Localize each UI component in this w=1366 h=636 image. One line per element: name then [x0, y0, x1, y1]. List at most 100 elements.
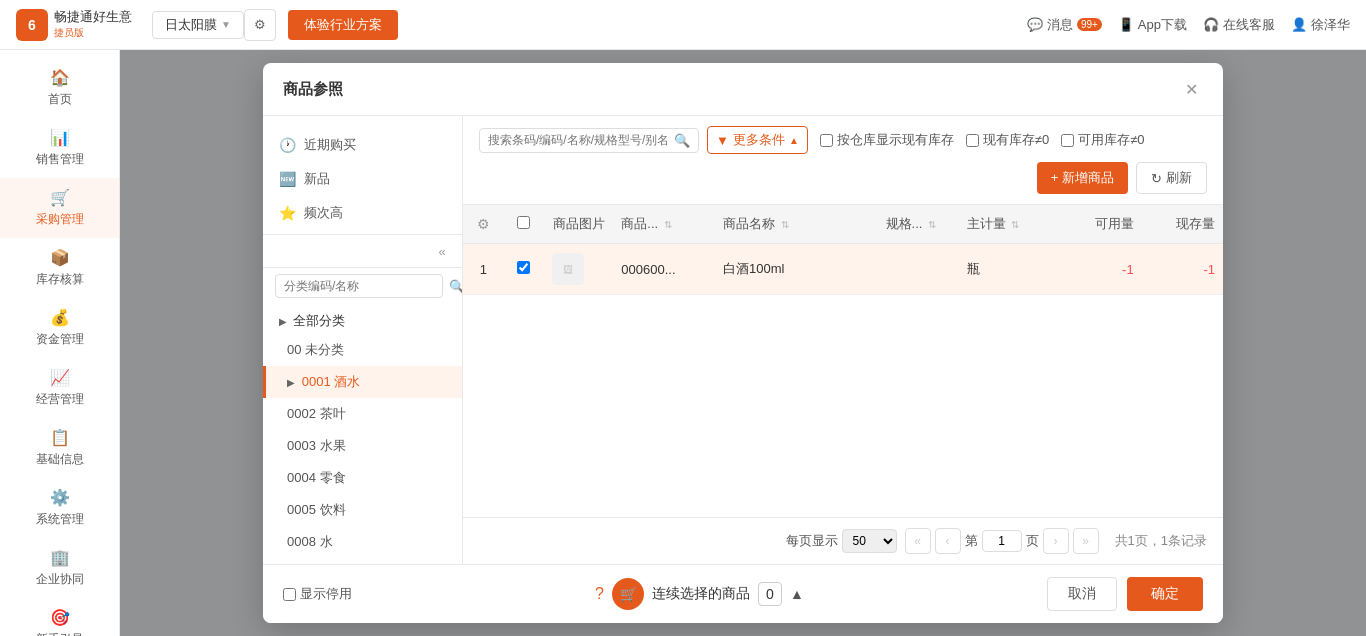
cart-icon-button[interactable]: 🛒	[612, 578, 644, 610]
total-info: 共1页，1条记录	[1115, 532, 1207, 550]
settings-gear-button[interactable]: ⚙	[244, 9, 276, 41]
sidebar-item-enterprise[interactable]: 🏢 企业协同	[0, 538, 119, 598]
main-layout: 🏠 首页 📊 销售管理 🛒 采购管理 📦 库存核算 💰 资金管理 📈 经营管理 …	[0, 50, 1366, 636]
page-number-input[interactable]	[982, 530, 1022, 552]
sort-spec-icon: ⇅	[928, 219, 936, 230]
category-0003[interactable]: 0003 水果	[263, 430, 462, 462]
category-0008[interactable]: 0008 水	[263, 526, 462, 558]
navbar-right: 💬 消息 99+ 📱 App下载 🎧 在线客服 👤 徐泽华	[1027, 16, 1350, 34]
online-service-label: 在线客服	[1223, 16, 1275, 34]
sidebar-item-operation[interactable]: 📈 经营管理	[0, 358, 119, 418]
category-0002[interactable]: 0002 茶叶	[263, 398, 462, 430]
category-0004[interactable]: 0004 零食	[263, 462, 462, 494]
help-icon[interactable]: ?	[595, 585, 604, 603]
experience-industry-button[interactable]: 体验行业方案	[288, 10, 398, 40]
page-first-button[interactable]: «	[905, 528, 931, 554]
th-stock[interactable]: 现存量	[1142, 205, 1223, 244]
enterprise-icon: 🏢	[50, 548, 70, 567]
checkbox-bywarehouse[interactable]: 按仓库显示现有库存	[820, 131, 954, 149]
product-search-icon[interactable]: 🔍	[674, 133, 690, 148]
modal-left-sidebar: 🕐 近期购买 🆕 新品 ⭐ 频次高	[263, 116, 463, 564]
row-avail: -1	[1040, 244, 1142, 295]
collapse-cart-icon[interactable]: ▲	[790, 586, 804, 602]
row-checkbox[interactable]	[517, 261, 530, 274]
footer-right: 取消 确定	[1047, 577, 1203, 611]
sidebar-item-finance[interactable]: 💰 资金管理	[0, 298, 119, 358]
th-checkbox	[504, 205, 545, 244]
frequent-icon: ⭐	[279, 205, 296, 221]
th-name-label: 商品名称	[723, 216, 775, 231]
category-search-area: 🔍	[263, 268, 462, 304]
th-avail-label: 可用量	[1095, 216, 1134, 231]
branch-selector[interactable]: 日太阳膜 ▼	[152, 11, 244, 39]
modal-footer: 显示停用 ? 🛒 连续选择的商品 0 ▲ 取消 确定	[263, 564, 1223, 623]
category-search-icon[interactable]: 🔍	[449, 279, 463, 294]
page-size-selector: 每页显示 10 20 50 100	[786, 529, 897, 553]
sidebar-label-operation: 经营管理	[36, 391, 84, 408]
logo: 6 畅捷通好生意 捷员版	[16, 9, 132, 41]
more-filter-button[interactable]: ▼ 更多条件 ▲	[707, 126, 808, 154]
checkbox-availne0[interactable]: 可用库存≠0	[1061, 131, 1144, 149]
th-spec[interactable]: 规格... ⇅	[878, 205, 959, 244]
show-disabled-checkbox[interactable]: 显示停用	[283, 585, 352, 603]
quick-recent[interactable]: 🕐 近期购买	[263, 128, 462, 162]
th-name[interactable]: 商品名称 ⇅	[715, 205, 878, 244]
sidebar-label-basic: 基础信息	[36, 451, 84, 468]
system-icon: ⚙️	[50, 488, 70, 507]
sidebar-label-home: 首页	[48, 91, 72, 108]
sidebar-item-home[interactable]: 🏠 首页	[0, 58, 119, 118]
cart-text: 连续选择的商品	[652, 585, 750, 603]
all-categories-text: 全部分类	[293, 312, 345, 330]
message-icon: 💬	[1027, 17, 1043, 32]
select-all-checkbox[interactable]	[517, 216, 530, 229]
collapse-sidebar-button[interactable]: «	[430, 239, 454, 263]
checkbox-stockne0-input[interactable]	[966, 134, 979, 147]
th-avail[interactable]: 可用量	[1040, 205, 1142, 244]
frequent-label: 频次高	[304, 204, 343, 222]
add-product-button[interactable]: + 新增商品	[1037, 162, 1128, 194]
page-prev-button[interactable]: ‹	[935, 528, 961, 554]
refresh-button[interactable]: ↻ 刷新	[1136, 162, 1207, 194]
sidebar-item-inventory[interactable]: 📦 库存核算	[0, 238, 119, 298]
th-gear[interactable]: ⚙	[463, 205, 504, 244]
page-input-area	[982, 530, 1022, 552]
page-next-button[interactable]: ›	[1043, 528, 1069, 554]
page-size-select[interactable]: 10 20 50 100	[842, 529, 897, 553]
cancel-button[interactable]: 取消	[1047, 577, 1117, 611]
th-code[interactable]: 商品... ⇅	[613, 205, 715, 244]
online-service-button[interactable]: 🎧 在线客服	[1203, 16, 1275, 34]
table-row[interactable]: 1 🖼	[463, 244, 1223, 295]
modal-close-button[interactable]: ✕	[1179, 77, 1203, 101]
app-download-button[interactable]: 📱 App下载	[1118, 16, 1187, 34]
quick-new[interactable]: 🆕 新品	[263, 162, 462, 196]
checkbox-availne0-input[interactable]	[1061, 134, 1074, 147]
checkbox-bywarehouse-input[interactable]	[820, 134, 833, 147]
column-settings-icon[interactable]: ⚙	[477, 216, 490, 232]
sidebar-item-guide[interactable]: 🎯 新手引导	[0, 598, 119, 636]
page-last-button[interactable]: »	[1073, 528, 1099, 554]
modal-toolbar: 🔍 ▼ 更多条件 ▲ 按仓库显示现有库存	[463, 116, 1223, 205]
confirm-button[interactable]: 确定	[1127, 577, 1203, 611]
category-search-input[interactable]	[275, 274, 443, 298]
quick-frequent[interactable]: ⭐ 频次高	[263, 196, 462, 230]
message-button[interactable]: 💬 消息 99+	[1027, 16, 1102, 34]
category-0005[interactable]: 0005 饮料	[263, 494, 462, 526]
th-unit[interactable]: 主计量 ⇅	[959, 205, 1040, 244]
checkbox-stockne0[interactable]: 现有库存≠0	[966, 131, 1049, 149]
product-search-input[interactable]	[488, 133, 668, 147]
sidebar-item-basic[interactable]: 📋 基础信息	[0, 418, 119, 478]
sidebar-label-enterprise: 企业协同	[36, 571, 84, 588]
user-avatar[interactable]: 👤 徐泽华	[1291, 16, 1350, 34]
sidebar-item-sales[interactable]: 📊 销售管理	[0, 118, 119, 178]
all-categories-label[interactable]: ▶ 全部分类	[263, 304, 462, 334]
sidebar-label-inventory: 库存核算	[36, 271, 84, 288]
category-00[interactable]: 00 未分类	[263, 334, 462, 366]
sidebar-item-purchase[interactable]: 🛒 采购管理	[0, 178, 119, 238]
recent-icon: 🕐	[279, 137, 296, 153]
sidebar-label-purchase: 采购管理	[36, 211, 84, 228]
sidebar-item-system[interactable]: ⚙️ 系统管理	[0, 478, 119, 538]
product-table-area: ⚙ 商品图片	[463, 205, 1223, 517]
category-0001[interactable]: ▶ 0001 酒水	[263, 366, 462, 398]
page-unit-label: 页	[1026, 532, 1039, 550]
show-disabled-input[interactable]	[283, 588, 296, 601]
